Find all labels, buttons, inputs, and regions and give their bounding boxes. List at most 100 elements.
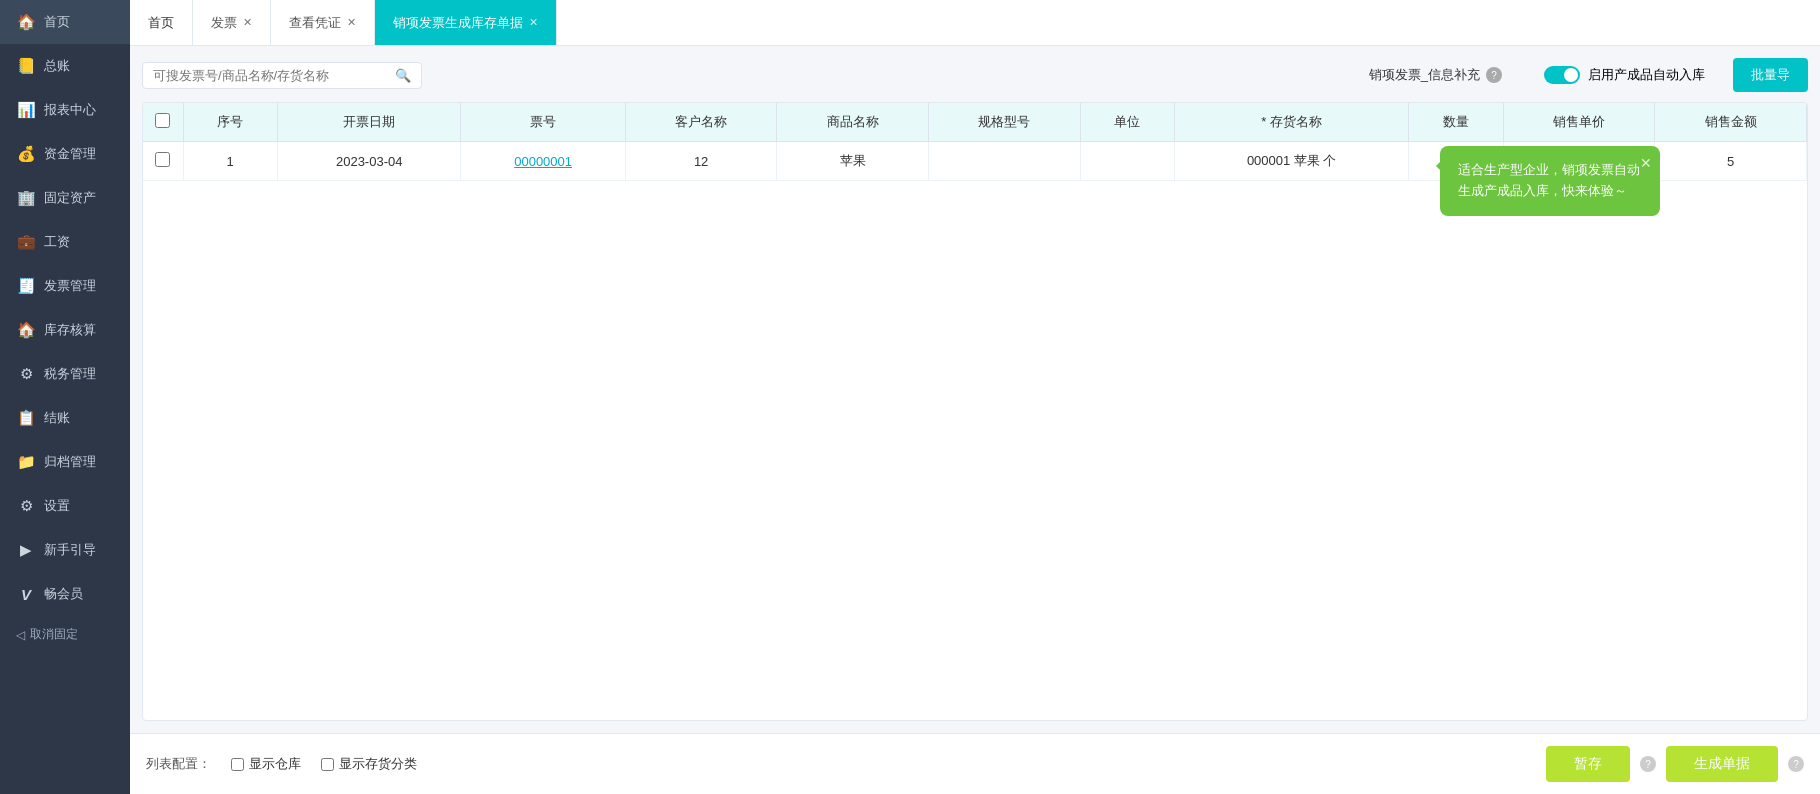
footer-buttons: 暂存 ? 生成单据 ? bbox=[1546, 746, 1804, 782]
sidebar-item-assets[interactable]: 🏢 固定资产 bbox=[0, 176, 130, 220]
sidebar-label-invoice-mgmt: 发票管理 bbox=[44, 277, 96, 295]
row-unit bbox=[1080, 142, 1174, 181]
save-help-icon[interactable]: ? bbox=[1640, 756, 1656, 772]
sidebar-label-guide: 新手引导 bbox=[44, 541, 96, 559]
tab-invoice-label: 发票 bbox=[211, 14, 237, 32]
search-input[interactable] bbox=[153, 68, 389, 83]
sidebar-item-tax[interactable]: ⚙ 税务管理 bbox=[0, 352, 130, 396]
show-warehouse-label[interactable]: 显示仓库 bbox=[231, 755, 301, 773]
main-content: 首页 发票 ✕ 查看凭证 ✕ 销项发票生成库存单据 ✕ 🔍 销项发票_信息补充 … bbox=[130, 0, 1820, 794]
tab-cancel-invoice-label: 销项发票生成库存单据 bbox=[393, 14, 523, 32]
tooltip-close-button[interactable]: ✕ bbox=[1640, 152, 1652, 174]
page-content: 🔍 销项发票_信息补充 ? 启用产成品自动入库 批量导 bbox=[130, 46, 1820, 733]
generate-help-icon[interactable]: ? bbox=[1788, 756, 1804, 772]
ledger-icon: 📒 bbox=[16, 57, 36, 75]
sidebar-item-payroll[interactable]: 💼 工资 bbox=[0, 220, 130, 264]
sidebar-label-home: 首页 bbox=[44, 13, 70, 31]
row-ticket-no[interactable]: 00000001 bbox=[461, 142, 625, 181]
sidebar-label-assets: 固定资产 bbox=[44, 189, 96, 207]
settle-icon: 📋 bbox=[16, 409, 36, 427]
sidebar-item-vip[interactable]: V 畅会员 bbox=[0, 572, 130, 616]
show-category-text: 显示存货分类 bbox=[339, 755, 417, 773]
sidebar-label-settle: 结账 bbox=[44, 409, 70, 427]
config-label: 列表配置： bbox=[146, 755, 211, 773]
select-all-checkbox[interactable] bbox=[155, 113, 170, 128]
sidebar-item-invoice-mgmt[interactable]: 🧾 发票管理 bbox=[0, 264, 130, 308]
payroll-icon: 💼 bbox=[16, 233, 36, 251]
sidebar-item-guide[interactable]: ▶ 新手引导 bbox=[0, 528, 130, 572]
sidebar-item-reports[interactable]: 📊 报表中心 bbox=[0, 88, 130, 132]
col-unit: 单位 bbox=[1080, 103, 1174, 142]
sidebar-pin[interactable]: ◁ 取消固定 bbox=[0, 616, 130, 653]
sidebar-item-ledger[interactable]: 📒 总账 bbox=[0, 44, 130, 88]
tax-icon: ⚙ bbox=[16, 365, 36, 383]
home-icon: 🏠 bbox=[16, 13, 36, 31]
info-label: 销项发票_信息补充 bbox=[1369, 66, 1480, 84]
tooltip-bubble: ✕ 适合生产型企业，销项发票自动生成产成品入库，快来体验～ bbox=[1440, 146, 1660, 216]
tab-cancel-invoice[interactable]: 销项发票生成库存单据 ✕ bbox=[375, 0, 557, 45]
save-button[interactable]: 暂存 bbox=[1546, 746, 1630, 782]
col-spec: 规格型号 bbox=[929, 103, 1081, 142]
col-amount: 销售金额 bbox=[1655, 103, 1807, 142]
settings-icon: ⚙ bbox=[16, 497, 36, 515]
show-category-checkbox[interactable] bbox=[321, 758, 334, 771]
sidebar-item-settings[interactable]: ⚙ 设置 bbox=[0, 484, 130, 528]
col-inventory-name: * 存货名称 bbox=[1175, 103, 1409, 142]
batch-button[interactable]: 批量导 bbox=[1733, 58, 1808, 92]
col-quantity: 数量 bbox=[1409, 103, 1503, 142]
show-warehouse-checkbox[interactable] bbox=[231, 758, 244, 771]
archive-icon: 📁 bbox=[16, 453, 36, 471]
toggle-area: 启用产成品自动入库 bbox=[1544, 66, 1705, 84]
search-box[interactable]: 🔍 bbox=[142, 62, 422, 89]
auto-warehouse-toggle[interactable] bbox=[1544, 66, 1580, 84]
tab-invoice[interactable]: 发票 ✕ bbox=[193, 0, 271, 45]
tab-voucher-label: 查看凭证 bbox=[289, 14, 341, 32]
col-date: 开票日期 bbox=[277, 103, 460, 142]
sidebar-label-tax: 税务管理 bbox=[44, 365, 96, 383]
row-inventory-name: 000001 苹果 个 bbox=[1175, 142, 1409, 181]
tab-invoice-close[interactable]: ✕ bbox=[243, 16, 252, 29]
pin-label: 取消固定 bbox=[30, 626, 78, 643]
row-amount: 5 bbox=[1655, 142, 1807, 181]
generate-button[interactable]: 生成单据 bbox=[1666, 746, 1778, 782]
sidebar-label-reports: 报表中心 bbox=[44, 101, 96, 119]
sidebar-item-funds[interactable]: 💰 资金管理 bbox=[0, 132, 130, 176]
row-checkbox-cell bbox=[143, 142, 183, 181]
row-product-name: 苹果 bbox=[777, 142, 929, 181]
tab-home[interactable]: 首页 bbox=[130, 0, 193, 45]
pin-icon: ◁ bbox=[16, 628, 25, 642]
row-checkbox[interactable] bbox=[155, 152, 170, 167]
sidebar: 🏠 首页 📒 总账 📊 报表中心 💰 资金管理 🏢 固定资产 💼 工资 🧾 发票… bbox=[0, 0, 130, 794]
sidebar-item-inventory[interactable]: 🏠 库存核算 bbox=[0, 308, 130, 352]
info-section: 销项发票_信息补充 ? bbox=[1369, 66, 1502, 84]
tab-cancel-invoice-close[interactable]: ✕ bbox=[529, 16, 538, 29]
show-category-label[interactable]: 显示存货分类 bbox=[321, 755, 417, 773]
guide-icon: ▶ bbox=[16, 541, 36, 559]
col-seq: 序号 bbox=[183, 103, 277, 142]
sidebar-item-settle[interactable]: 📋 结账 bbox=[0, 396, 130, 440]
row-spec bbox=[929, 142, 1081, 181]
sidebar-item-home[interactable]: 🏠 首页 bbox=[0, 0, 130, 44]
table-header-row: 序号 开票日期 票号 客户名称 商品名称 规格型号 单位 * 存货名称 数量 销… bbox=[143, 103, 1807, 142]
sidebar-item-archive[interactable]: 📁 归档管理 bbox=[0, 440, 130, 484]
sidebar-label-vip: 畅会员 bbox=[44, 585, 83, 603]
sidebar-label-payroll: 工资 bbox=[44, 233, 70, 251]
vip-icon: V bbox=[16, 586, 36, 603]
tab-bar: 首页 发票 ✕ 查看凭证 ✕ 销项发票生成库存单据 ✕ bbox=[130, 0, 1820, 46]
search-icon: 🔍 bbox=[395, 68, 411, 83]
tab-voucher[interactable]: 查看凭证 ✕ bbox=[271, 0, 375, 45]
row-date: 2023-03-04 bbox=[277, 142, 460, 181]
col-price: 销售单价 bbox=[1503, 103, 1655, 142]
col-ticket-no: 票号 bbox=[461, 103, 625, 142]
invoice-mgmt-icon: 🧾 bbox=[16, 277, 36, 295]
tab-voucher-close[interactable]: ✕ bbox=[347, 16, 356, 29]
funds-icon: 💰 bbox=[16, 145, 36, 163]
info-help-icon[interactable]: ? bbox=[1486, 67, 1502, 83]
assets-icon: 🏢 bbox=[16, 189, 36, 207]
reports-icon: 📊 bbox=[16, 101, 36, 119]
sidebar-label-funds: 资金管理 bbox=[44, 145, 96, 163]
row-seq: 1 bbox=[183, 142, 277, 181]
tooltip-text: 适合生产型企业，销项发票自动生成产成品入库，快来体验～ bbox=[1458, 162, 1640, 198]
show-warehouse-text: 显示仓库 bbox=[249, 755, 301, 773]
col-checkbox bbox=[143, 103, 183, 142]
